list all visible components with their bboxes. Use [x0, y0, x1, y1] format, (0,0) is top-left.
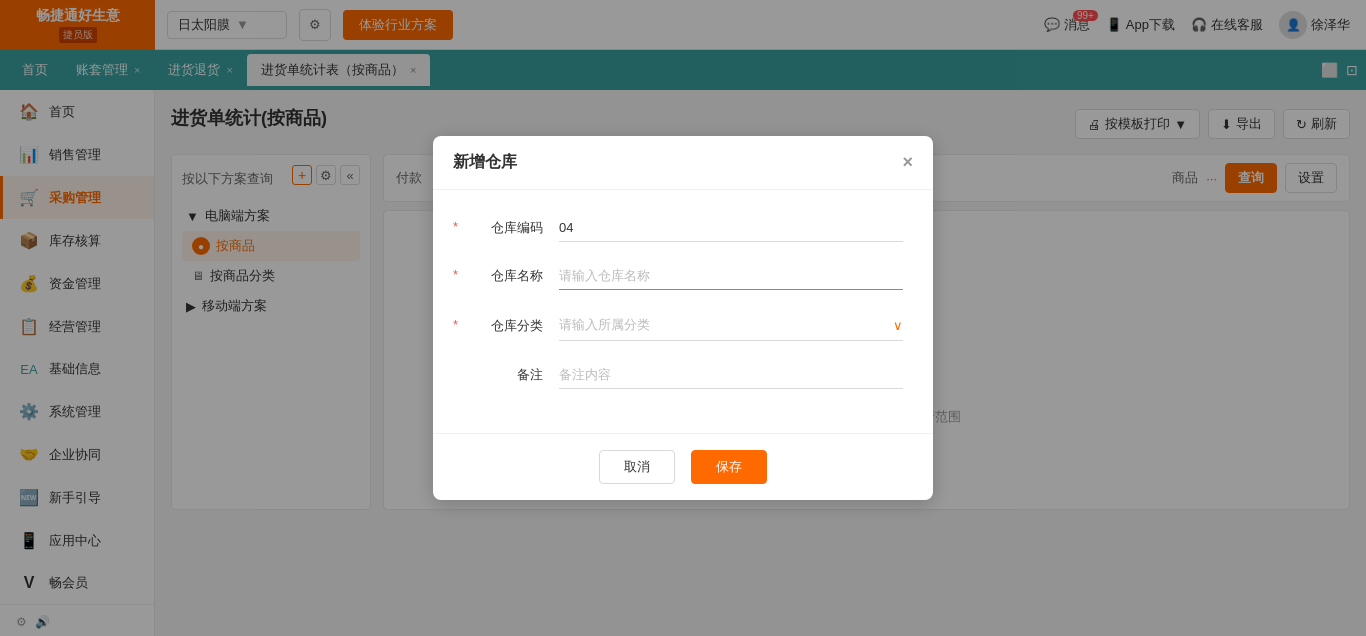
category-label: 仓库分类: [463, 317, 543, 335]
form-row-remark: 备注: [463, 361, 903, 389]
remark-input[interactable]: [559, 361, 903, 389]
save-btn[interactable]: 保存: [691, 450, 767, 484]
form-row-name: 仓库名称: [463, 262, 903, 290]
dialog-footer: 取消 保存: [433, 433, 933, 500]
name-label: 仓库名称: [463, 267, 543, 285]
category-select[interactable]: 请输入所属分类 ∨: [559, 310, 903, 341]
code-input[interactable]: [559, 214, 903, 242]
dialog-body: 仓库编码 仓库名称 仓库分类 请输入所属分类 ∨ 备注: [433, 190, 933, 433]
dialog-close-btn[interactable]: ×: [902, 152, 913, 173]
category-chevron: ∨: [893, 318, 903, 333]
cancel-btn[interactable]: 取消: [599, 450, 675, 484]
dialog-title: 新增仓库: [453, 152, 517, 173]
remark-label: 备注: [463, 366, 543, 384]
form-row-category: 仓库分类 请输入所属分类 ∨: [463, 310, 903, 341]
name-input[interactable]: [559, 262, 903, 290]
code-label: 仓库编码: [463, 219, 543, 237]
category-placeholder: 请输入所属分类: [559, 316, 650, 334]
form-row-code: 仓库编码: [463, 214, 903, 242]
dialog-overlay: 新增仓库 × 仓库编码 仓库名称 仓库分类 请输入所属分类 ∨: [0, 0, 1366, 636]
dialog-header: 新增仓库 ×: [433, 136, 933, 190]
new-warehouse-dialog: 新增仓库 × 仓库编码 仓库名称 仓库分类 请输入所属分类 ∨: [433, 136, 933, 500]
